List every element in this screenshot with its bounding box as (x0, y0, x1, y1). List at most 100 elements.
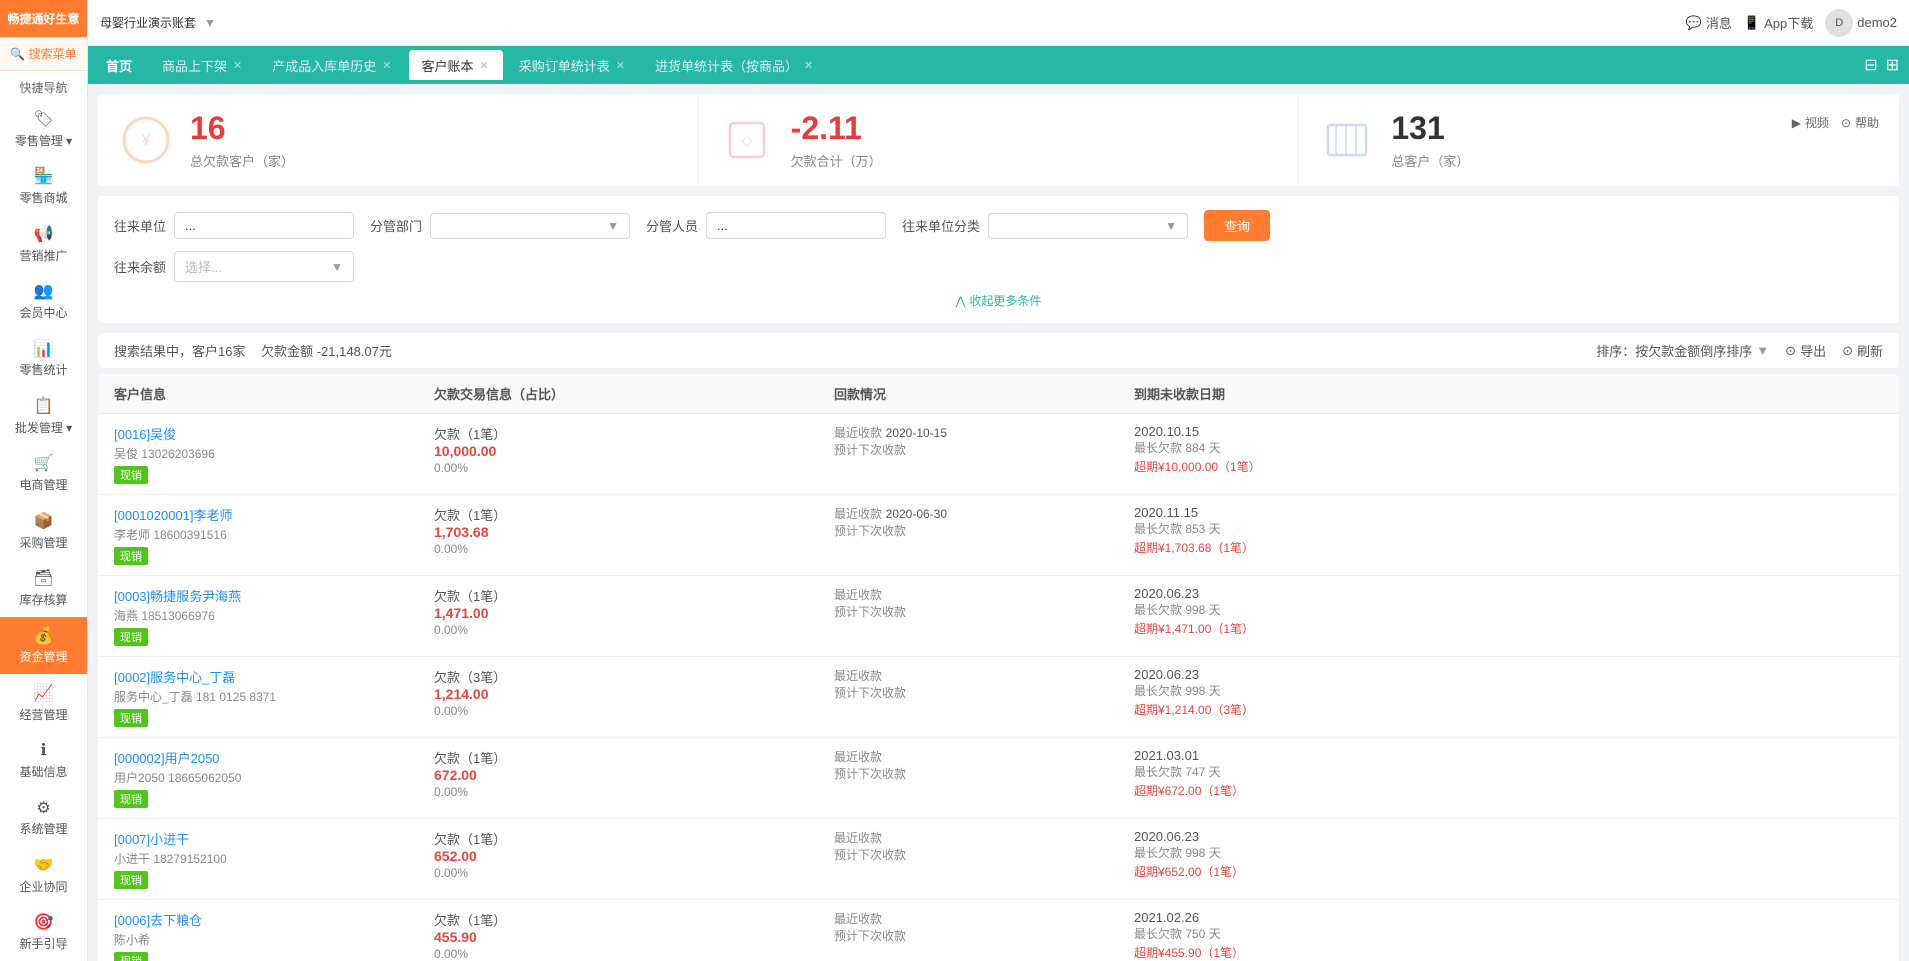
sidebar-item-label: 营销推广 (19, 249, 67, 263)
tab-products-off[interactable]: 商品上下架 ✕ (150, 50, 256, 80)
query-button[interactable]: 查询 (1204, 210, 1270, 241)
app-download-label: App下载 (1764, 13, 1813, 32)
sidebar-item-label: 零售统计 (19, 363, 67, 377)
due-date-cell: 2020.11.15 最长欠款 853 天 超期¥1,703.68（1笔） (1134, 505, 1883, 556)
debt-info-cell: 欠款（3笔） 1,214.00 0.00% (434, 667, 834, 718)
sidebar-item-purchase[interactable]: 📦 采购管理 (0, 502, 87, 559)
collapse-icon: ⋀ (956, 294, 966, 308)
table-row: [0006]去下粮仓 陈小希 现销 欠款（1笔） 455.90 0.00% 最近… (98, 900, 1899, 961)
tab-goods-stats[interactable]: 进货单统计表（按商品） ✕ (643, 50, 827, 80)
dept-arrow-icon: ▼ (607, 219, 619, 233)
customer-name-link[interactable]: [000002]用户2050 (114, 748, 434, 767)
company-dropdown[interactable]: 母婴行业演示账套 (100, 14, 196, 31)
customer-phone: 吴俊 13026203696 (114, 445, 434, 462)
customer-phone: 用户2050 18665062050 (114, 769, 434, 786)
result-actions: 排序：按欠款金额倒序排序 ▼ ⊙ 导出 ⊙ 刷新 (1596, 341, 1883, 360)
due-date: 2021.03.01 (1134, 748, 1883, 763)
tab-bar: 首页 商品上下架 ✕ 产成品入库单历史 ✕ 客户账本 ✕ 采购订单统计表 ✕ 进… (88, 46, 1909, 84)
sidebar-item-capital[interactable]: 💰 资金管理 (0, 617, 87, 674)
marketing-icon: 📢 (4, 225, 83, 246)
top-bar-left: 母婴行业演示账套 ▼ (100, 14, 216, 31)
col-recovery: 回款情况 (834, 384, 1134, 403)
recovery-cell: 最近收款 预计下次收款 (834, 667, 1134, 701)
summary-cards: ¥ 16 总欠款客户（家） ◇ -2.11 欠款合计（万） (98, 94, 1899, 186)
filter-manager: 分管人员 ... (646, 212, 886, 239)
filter-category: 往来单位分类 ▼ (902, 213, 1188, 239)
overdue-text[interactable]: 超期¥672.00（1笔） (1134, 782, 1883, 799)
search-menu[interactable]: 🔍 搜索菜单 (0, 37, 87, 71)
balance-select[interactable]: 选择... ▼ (174, 251, 354, 282)
sidebar-item-label: 企业协同 (19, 880, 67, 894)
overdue-text[interactable]: 超期¥1,214.00（3笔） (1134, 701, 1883, 718)
tab-collapse-icon[interactable]: ⊟ (1864, 55, 1877, 75)
tab-home[interactable]: 首页 (94, 50, 146, 80)
message-btn[interactable]: 💬 消息 (1686, 13, 1732, 32)
table-row: [0007]小进干 小进干 18279152100 现销 欠款（1笔） 652.… (98, 819, 1899, 900)
sidebar-item-retail-mgmt[interactable]: 🏷 零售管理 ▾ (0, 100, 87, 157)
category-select[interactable]: ▼ (988, 213, 1188, 239)
debt-percent: 0.00% (434, 947, 834, 961)
sidebar-item-batch-mgmt[interactable]: 📋 批发管理 ▾ (0, 387, 87, 444)
help-btn[interactable]: ⊙ 帮助 (1841, 114, 1879, 131)
avatar: D (1825, 9, 1853, 37)
dept-select[interactable]: ▼ (430, 213, 630, 239)
sidebar-item-retail-stats[interactable]: 📊 零售统计 (0, 330, 87, 387)
recovery-cell: 最近收款 2020-10-15 预计下次收款 (834, 424, 1134, 458)
sidebar-item-retail-mall[interactable]: 🏪 零售商城 (0, 157, 87, 214)
sort-select[interactable]: 排序：按欠款金额倒序排序 ▼ (1596, 341, 1769, 360)
overdue-text[interactable]: 超期¥652.00（1笔） (1134, 863, 1883, 880)
tab-close-icon[interactable]: ✕ (480, 59, 489, 72)
sidebar-item-label: 采购管理 (19, 536, 67, 550)
video-label: 视频 (1805, 114, 1829, 131)
tab-purchase-stats[interactable]: 采购订单统计表 ✕ (507, 50, 639, 80)
sidebar-item-label: 会员中心 (19, 306, 67, 320)
table-row: [000002]用户2050 用户2050 18665062050 现销 欠款（… (98, 738, 1899, 819)
overdue-text[interactable]: 超期¥455.90（1笔） (1134, 944, 1883, 961)
customer-name-link[interactable]: [0001020001]李老师 (114, 505, 434, 524)
supplier-input[interactable]: ... (174, 212, 354, 239)
debt-percent: 0.00% (434, 866, 834, 880)
refresh-label: 刷新 (1857, 341, 1883, 360)
manager-input[interactable]: ... (706, 212, 886, 239)
sidebar-item-marketing[interactable]: 📢 营销推广 (0, 215, 87, 272)
collapse-btn[interactable]: ⋀ 收起更多条件 (114, 292, 1883, 309)
overdue-text[interactable]: 超期¥1,471.00（1笔） (1134, 620, 1883, 637)
sidebar-item-inventory[interactable]: 🗃 库存核算 (0, 559, 87, 616)
customer-name-link[interactable]: [0002]服务中心_丁磊 (114, 667, 434, 686)
sidebar-item-sys-mgmt[interactable]: ⚙ 系统管理 (0, 789, 87, 846)
debt-amount: 10,000.00 (434, 443, 834, 459)
customer-name-link[interactable]: [0007]小进干 (114, 829, 434, 848)
user-avatar-btn[interactable]: D demo2 (1825, 9, 1897, 37)
video-btn[interactable]: ▶ 视频 (1792, 114, 1829, 131)
supplier-label: 往来单位 (114, 216, 166, 235)
refresh-btn[interactable]: ⊙ 刷新 (1842, 341, 1883, 360)
sidebar-item-quick-nav[interactable]: 快捷导航 (0, 71, 87, 100)
tab-close-icon[interactable]: ✕ (616, 59, 625, 72)
tab-expand-icon[interactable]: ⊞ (1886, 55, 1899, 75)
tab-close-icon[interactable]: ✕ (804, 59, 813, 72)
customer-name-link[interactable]: [0003]畅捷服务尹海燕 (114, 586, 434, 605)
app-download-btn[interactable]: 📱 App下载 (1744, 13, 1813, 32)
debt-amount-value: -2.11 (791, 110, 882, 147)
sidebar-item-guide[interactable]: 🎯 新手引导 (0, 903, 87, 960)
tab-close-icon[interactable]: ✕ (382, 59, 391, 72)
tab-customer-account[interactable]: 客户账本 ✕ (409, 50, 502, 80)
overdue-text[interactable]: 超期¥10,000.00（1笔） (1134, 458, 1883, 475)
customer-name-link[interactable]: [0006]去下粮仓 (114, 910, 434, 929)
recovery-cell: 最近收款 预计下次收款 (834, 910, 1134, 944)
sidebar-item-member[interactable]: 👥 会员中心 (0, 272, 87, 329)
tab-product-history[interactable]: 产成品入库单历史 ✕ (260, 50, 405, 80)
export-btn[interactable]: ⊙ 导出 (1785, 341, 1826, 360)
tab-label: 采购订单统计表 (519, 56, 610, 75)
customer-phone: 海燕 18513066976 (114, 607, 434, 624)
export-icon: ⊙ (1785, 343, 1796, 359)
sidebar-item-basic-info[interactable]: ℹ 基础信息 (0, 731, 87, 788)
sidebar-item-ecommerce[interactable]: 🛒 电商管理 (0, 444, 87, 501)
overdue-text[interactable]: 超期¥1,703.68（1笔） (1134, 539, 1883, 556)
sidebar-item-operations[interactable]: 📈 经营管理 (0, 674, 87, 731)
message-icon: 💬 (1686, 15, 1702, 31)
tab-close-icon[interactable]: ✕ (233, 59, 242, 72)
customer-badge: 现销 (114, 790, 148, 808)
customer-name-link[interactable]: [0016]吴俊 (114, 424, 434, 443)
sidebar-item-enterprise[interactable]: 🤝 企业协同 (0, 846, 87, 903)
